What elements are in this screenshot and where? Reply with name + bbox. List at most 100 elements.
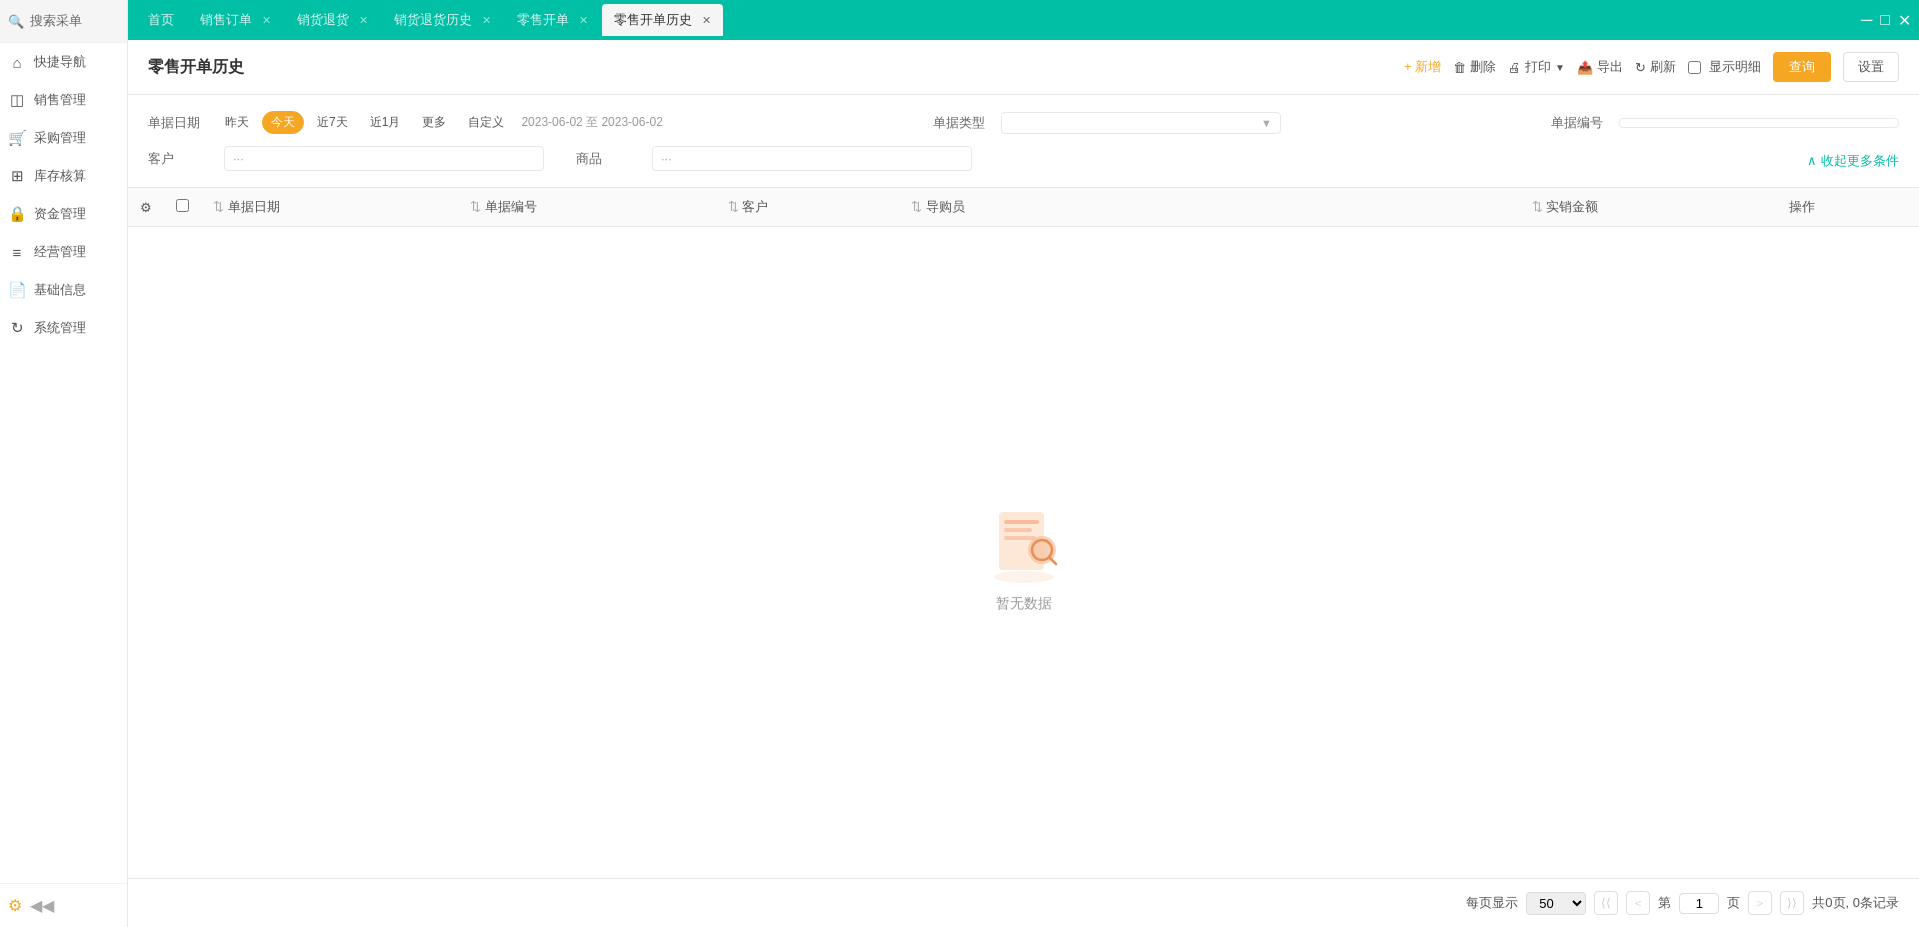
col-customer-sort-icon: ⇅: [728, 199, 739, 214]
sidebar-item-finance[interactable]: 🔒 资金管理: [0, 195, 127, 233]
date-btn-1month[interactable]: 近1月: [361, 111, 410, 134]
add-button[interactable]: + 新增: [1404, 58, 1441, 76]
goods-input[interactable]: ···: [652, 146, 972, 171]
sidebar-item-quick-nav[interactable]: ⌂ 快捷导航: [0, 43, 127, 81]
svg-point-0: [994, 571, 1054, 583]
col-date-sort-icon: ⇅: [213, 199, 224, 214]
tabs-minimize-btn[interactable]: ─: [1861, 11, 1872, 29]
search-icon: 🔍: [8, 14, 24, 29]
sidebar-item-sales-mgmt[interactable]: ◫ 销售管理: [0, 81, 127, 119]
col-amount-sort-icon: ⇅: [1532, 199, 1543, 214]
col-guide-sort-icon: ⇅: [911, 199, 922, 214]
filter-row-1: 单据日期 昨天 今天 近7天 近1月 更多 自定义 2023-06-02 至 2…: [148, 111, 1899, 134]
sidebar-item-label: 基础信息: [34, 281, 86, 299]
tab-sales-return-history-close[interactable]: ✕: [482, 14, 491, 27]
refresh-icon: ↻: [1635, 60, 1646, 75]
date-btn-more[interactable]: 更多: [413, 111, 455, 134]
page-last-btn[interactable]: ⟩⟩: [1780, 891, 1804, 915]
col-no[interactable]: ⇅ 单据编号: [458, 188, 715, 227]
sidebar-item-operations[interactable]: ≡ 经营管理: [0, 233, 127, 271]
sales-icon: ◫: [8, 91, 26, 109]
purchase-icon: 🛒: [8, 129, 26, 147]
tab-sales-order-label: 销售订单: [200, 11, 252, 29]
customer-input[interactable]: ···: [224, 146, 544, 171]
col-amount[interactable]: ⇅ 实销金额: [1520, 188, 1777, 227]
tab-sales-return-history[interactable]: 销货退货历史 ✕: [382, 4, 503, 36]
sidebar-item-purchase-mgmt[interactable]: 🛒 采购管理: [0, 119, 127, 157]
page-first-btn[interactable]: ⟨⟨: [1594, 891, 1618, 915]
tab-retail-history-label: 零售开单历史: [614, 11, 692, 29]
export-icon: 📤: [1577, 60, 1593, 75]
page-next-btn[interactable]: ＞: [1748, 891, 1772, 915]
col-guide[interactable]: ⇅ 导购员: [899, 188, 1119, 227]
display-detail-checkbox[interactable]: [1688, 61, 1701, 74]
filter-row-2: 客户 ··· 商品 ··· ∧ 收起更多条件: [148, 146, 1899, 171]
page-size-label: 每页显示: [1466, 894, 1518, 912]
display-detail-btn[interactable]: 显示明细: [1688, 58, 1761, 76]
tab-sales-order[interactable]: 销售订单 ✕: [188, 4, 283, 36]
voucher-type-select[interactable]: ▼: [1001, 112, 1281, 134]
tabs-close-btn[interactable]: ✕: [1898, 11, 1911, 30]
page-prev-btn[interactable]: ＜: [1626, 891, 1650, 915]
refresh-button[interactable]: ↻ 刷新: [1635, 58, 1676, 76]
filter-area: 单据日期 昨天 今天 近7天 近1月 更多 自定义 2023-06-02 至 2…: [128, 95, 1919, 188]
sidebar-item-label: 系统管理: [34, 319, 86, 337]
date-btn-yesterday[interactable]: 昨天: [216, 111, 258, 134]
svg-rect-3: [1004, 528, 1032, 532]
operations-icon: ≡: [8, 244, 26, 261]
tab-home[interactable]: 首页: [136, 4, 186, 36]
tabs-right-actions: ─ □ ✕: [1861, 11, 1911, 30]
page-label-pre: 第: [1658, 894, 1671, 912]
sidebar-search[interactable]: 🔍 搜索采单: [0, 0, 127, 43]
export-button[interactable]: 📤 导出: [1577, 58, 1623, 76]
tab-home-label: 首页: [148, 11, 174, 29]
page-label: 页: [1727, 894, 1740, 912]
col-action: 操作: [1777, 188, 1919, 227]
tabs-maximize-btn[interactable]: □: [1880, 11, 1890, 29]
settings-icon-btn[interactable]: ⚙: [8, 896, 22, 915]
sidebar-bottom: ⚙ ◀◀: [0, 883, 127, 927]
main-content: 首页 销售订单 ✕ 销货退货 ✕ 销货退货历史 ✕ 零售开单 ✕ 零售开单历史 …: [128, 0, 1919, 927]
table-settings-col: ⚙: [128, 188, 164, 227]
page-number-input[interactable]: [1679, 893, 1719, 914]
tab-retail-open[interactable]: 零售开单 ✕: [505, 4, 600, 36]
date-btn-custom[interactable]: 自定义: [459, 111, 513, 134]
date-filter-label: 单据日期: [148, 114, 208, 132]
sidebar-item-inventory[interactable]: ⊞ 库存核算: [0, 157, 127, 195]
tab-retail-history-close[interactable]: ✕: [702, 14, 711, 27]
table-gear-icon[interactable]: ⚙: [140, 200, 152, 215]
total-info: 共0页, 0条记录: [1812, 894, 1899, 912]
tab-sales-return-close[interactable]: ✕: [359, 14, 368, 27]
svg-rect-4: [1004, 536, 1036, 540]
tab-retail-open-close[interactable]: ✕: [579, 14, 588, 27]
page-size-select[interactable]: 50 10 20 100: [1526, 892, 1586, 915]
goods-filter-item: 商品 ···: [576, 146, 972, 171]
sidebar-item-sys-mgmt[interactable]: ↻ 系统管理: [0, 309, 127, 347]
date-btn-today[interactable]: 今天: [262, 111, 304, 134]
voucher-no-input[interactable]: [1619, 118, 1899, 128]
tab-sales-return[interactable]: 销货退货 ✕: [285, 4, 380, 36]
page-title: 零售开单历史: [148, 57, 244, 78]
data-table: ⚙ ⇅ 单据日期 ⇅ 单据编号: [128, 188, 1919, 227]
sys-icon: ↻: [8, 319, 26, 337]
print-button[interactable]: 🖨 打印 ▼: [1508, 58, 1565, 76]
header-actions: + 新增 🗑 删除 🖨 打印 ▼ 📤 导出 ↻ 刷新 显示明细: [1404, 52, 1899, 82]
col-date[interactable]: ⇅ 单据日期: [201, 188, 458, 227]
collapse-filter-btn[interactable]: ∧ 收起更多条件: [1807, 152, 1899, 170]
col-customer[interactable]: ⇅ 客户: [716, 188, 900, 227]
tab-sales-return-label: 销货退货: [297, 11, 349, 29]
tab-retail-history[interactable]: 零售开单历史 ✕: [602, 4, 723, 36]
page-header: 零售开单历史 + 新增 🗑 删除 🖨 打印 ▼ 📤 导出 ↻ 刷新: [128, 40, 1919, 95]
tabs-bar: 首页 销售订单 ✕ 销货退货 ✕ 销货退货历史 ✕ 零售开单 ✕ 零售开单历史 …: [128, 0, 1919, 40]
tab-retail-open-label: 零售开单: [517, 11, 569, 29]
settings-button[interactable]: 设置: [1843, 52, 1899, 82]
query-button[interactable]: 查询: [1773, 52, 1831, 82]
date-btn-7days[interactable]: 近7天: [308, 111, 357, 134]
tab-sales-order-close[interactable]: ✕: [262, 14, 271, 27]
table-select-all[interactable]: [176, 199, 189, 212]
basic-info-icon: 📄: [8, 281, 26, 299]
sidebar-item-label: 资金管理: [34, 205, 86, 223]
collapse-sidebar-btn[interactable]: ◀◀: [30, 896, 54, 915]
delete-button[interactable]: 🗑 删除: [1453, 58, 1496, 76]
sidebar-item-basic-info[interactable]: 📄 基础信息: [0, 271, 127, 309]
